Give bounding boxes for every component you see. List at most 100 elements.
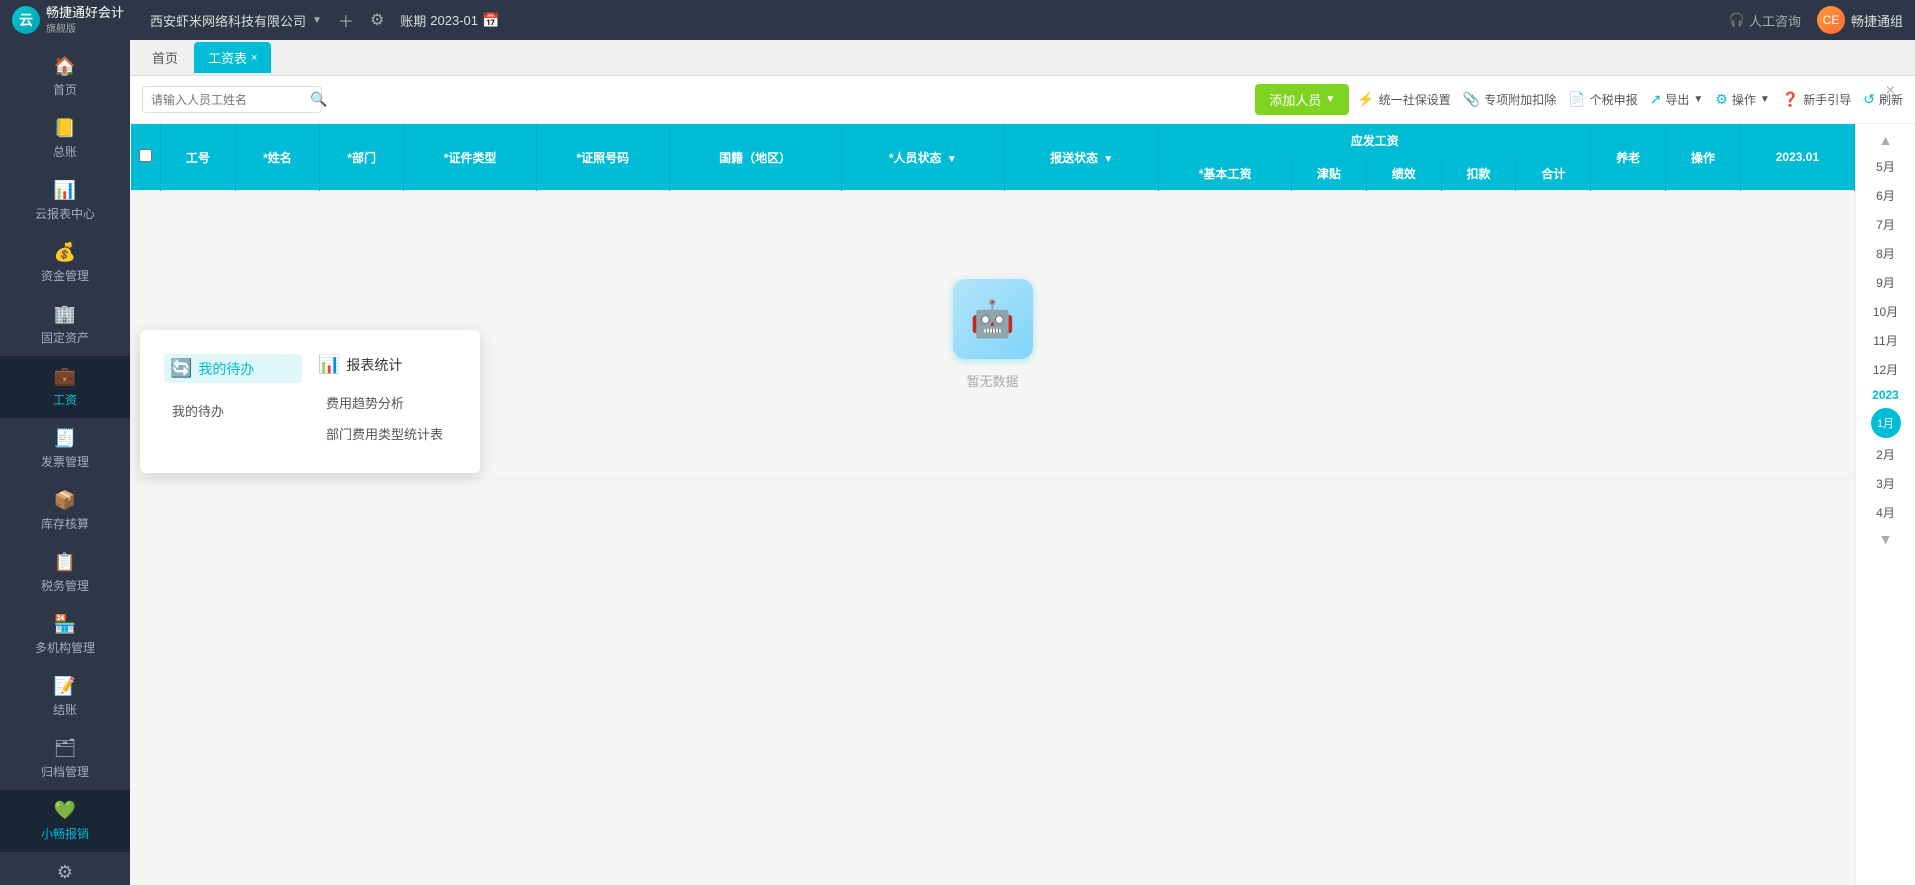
sidebar-label-xiaochang: 小畅报销 — [41, 825, 89, 842]
logo-area: 云 畅捷通好会计 旗舰版 — [12, 5, 142, 36]
settlement-icon: 📝 — [54, 676, 76, 697]
tab-close-icon[interactable]: × — [251, 52, 257, 64]
new-guide-btn[interactable]: ❓ 新手引导 — [1782, 91, 1851, 108]
settings-gear-icon[interactable]: ⚙ — [370, 10, 384, 30]
customer-service[interactable]: 🎧 人工咨询 — [1729, 11, 1801, 30]
social-security-btn[interactable]: ⚡ 统一社保设置 — [1357, 91, 1450, 108]
user-info[interactable]: CE 畅捷通组 — [1817, 6, 1903, 34]
search-input[interactable] — [151, 93, 306, 107]
sidebar-item-ledger[interactable]: 📒 总账 — [0, 108, 130, 170]
months-down-btn[interactable]: ▼ — [1875, 527, 1897, 551]
month-8[interactable]: 8月 — [1856, 239, 1915, 268]
month-3[interactable]: 3月 — [1856, 469, 1915, 498]
sidebar-item-salary[interactable]: 💼 工资 — [0, 356, 130, 418]
th-send-status: 报送状态 ▼ — [1005, 124, 1159, 191]
sidebar-item-home[interactable]: 🏠 首页 — [0, 46, 130, 108]
sidebar-label-invoice: 发票管理 — [41, 453, 89, 470]
th-emp-id: 工号 — [161, 124, 236, 191]
search-icon: 🔍 — [310, 91, 327, 108]
tab-home[interactable]: 首页 — [138, 42, 192, 73]
th-salary-group: 应发工资 — [1159, 124, 1591, 157]
calendar-icon[interactable]: 📅 — [482, 12, 499, 29]
special-deduction-btn[interactable]: 📎 专项附加扣除 — [1463, 91, 1556, 108]
customer-service-label: 人工咨询 — [1749, 11, 1801, 30]
month-5[interactable]: 5月 — [1856, 152, 1915, 181]
th-dept: *部门 — [320, 124, 404, 191]
app-name-block: 畅捷通好会计 旗舰版 — [46, 5, 124, 36]
new-guide-icon: ❓ — [1782, 91, 1799, 108]
popup-reports-title[interactable]: 📊 报表统计 — [318, 354, 456, 375]
month-2[interactable]: 2月 — [1856, 440, 1915, 469]
sidebar-item-reports[interactable]: 📊 云报表中心 — [0, 170, 130, 232]
month-4[interactable]: 4月 — [1856, 498, 1915, 527]
popup-grid: 🔄 我的待办 我的待办 📊 报表统计 费用趋势分析 部门费用类型统计表 — [156, 346, 464, 457]
month-9[interactable]: 9月 — [1856, 268, 1915, 297]
sidebar-label-assets: 固定资产 — [41, 329, 89, 346]
sidebar-item-inventory[interactable]: 📦 库存核算 — [0, 480, 130, 542]
main-close-button[interactable]: × — [1886, 82, 1895, 100]
sidebar: 🏠 首页 📒 总账 📊 云报表中心 💰 资金管理 🏢 固定资产 💼 工资 🧾 发… — [0, 40, 130, 885]
sidebar-item-tax[interactable]: 📋 税务管理 — [0, 542, 130, 604]
send-filter-icon[interactable]: ▼ — [1103, 154, 1113, 165]
th-subsidy: 津贴 — [1291, 157, 1366, 191]
month-12[interactable]: 12月 — [1856, 355, 1915, 384]
todo-section-icon: 🔄 — [170, 358, 192, 379]
sidebar-item-finance[interactable]: 💰 资金管理 — [0, 232, 130, 294]
sidebar-item-multi[interactable]: 🏪 多机构管理 — [0, 604, 130, 666]
operations-btn[interactable]: ⚙ 操作 ▼ — [1715, 91, 1769, 108]
month-11[interactable]: 11月 — [1856, 326, 1915, 355]
avatar: CE — [1817, 6, 1845, 34]
sidebar-label-salary: 工资 — [53, 391, 77, 408]
sidebar-label-home: 首页 — [53, 81, 77, 98]
add-person-button[interactable]: 添加人员 ▼ — [1255, 84, 1349, 115]
refresh-btn[interactable]: ↺ 刷新 — [1863, 91, 1903, 108]
export-btn[interactable]: ↗ 导出 ▼ — [1650, 91, 1704, 108]
sidebar-item-xiaochang[interactable]: 💚 小畅报销 — [0, 790, 130, 852]
th-status: *人员状态 ▼ — [841, 124, 1005, 191]
popup-section-reports: 📊 报表统计 费用趋势分析 部门费用类型统计表 — [310, 346, 464, 457]
content-main: 工号 *姓名 *部门 *证件类型 *证照号码 国籍（地区） *人员状态 ▼ 报送… — [130, 124, 1915, 885]
tab-bar: 首页 工资表 × × — [130, 40, 1915, 76]
personal-tax-btn[interactable]: 📄 个税申报 — [1568, 91, 1637, 108]
month-1-active[interactable]: 1月 — [1871, 408, 1901, 438]
popup-todo-title[interactable]: 🔄 我的待办 — [164, 354, 302, 383]
empty-robot-icon: 🤖 — [953, 279, 1033, 359]
special-deduction-icon: 📎 — [1463, 91, 1480, 108]
reports-icon: 📊 — [54, 180, 76, 201]
operations-icon: ⚙ — [1715, 91, 1728, 108]
select-all-checkbox[interactable] — [139, 149, 152, 162]
tab-salary[interactable]: 工资表 × — [194, 42, 271, 73]
sidebar-item-assets[interactable]: 🏢 固定资产 — [0, 294, 130, 356]
month-10[interactable]: 10月 — [1856, 297, 1915, 326]
table-content: 工号 *姓名 *部门 *证件类型 *证照号码 国籍（地区） *人员状态 ▼ 报送… — [130, 124, 1855, 885]
toolbar: 🔍 添加人员 ▼ ⚡ 统一社保设置 📎 专项附加扣除 📄 个税申报 — [130, 76, 1915, 124]
popup-trend-item[interactable]: 费用趋势分析 — [318, 387, 456, 418]
chevron-down-icon: ▼ — [312, 15, 322, 26]
month-6[interactable]: 6月 — [1856, 181, 1915, 210]
export-icon: ↗ — [1650, 91, 1662, 108]
sidebar-item-invoice[interactable]: 🧾 发票管理 — [0, 418, 130, 480]
popup-dept-item[interactable]: 部门费用类型统计表 — [318, 418, 456, 449]
th-bonus: 绩效 — [1366, 157, 1441, 191]
company-selector[interactable]: 西安虾米网络科技有限公司 ▼ — [142, 7, 330, 34]
popup-todo-item[interactable]: 我的待办 — [164, 395, 302, 426]
sidebar-item-archive[interactable]: 🗂 归档管理 — [0, 728, 130, 790]
home-icon: 🏠 — [54, 56, 76, 77]
add-button[interactable]: ＋ — [338, 8, 354, 32]
tab-salary-label: 工资表 — [208, 48, 247, 67]
status-filter-icon[interactable]: ▼ — [947, 154, 957, 165]
multi-icon: 🏪 — [54, 614, 76, 635]
sidebar-item-basesettings[interactable]: ⚙ 基础设置 — [0, 852, 130, 885]
operations-label: 操作 — [1732, 91, 1756, 108]
months-up-btn[interactable]: ▲ — [1875, 128, 1897, 152]
sidebar-label-inventory: 库存核算 — [41, 515, 89, 532]
month-7[interactable]: 7月 — [1856, 210, 1915, 239]
todo-section-label: 我的待办 — [198, 359, 254, 379]
sidebar-item-settlement[interactable]: 📝 结账 — [0, 666, 130, 728]
period-value: 2023-01 — [430, 13, 478, 28]
social-security-icon: ⚡ — [1357, 91, 1374, 108]
tax-icon: 📋 — [54, 552, 76, 573]
th-name: *姓名 — [235, 124, 319, 191]
sidebar-label-tax: 税务管理 — [41, 577, 89, 594]
invoice-icon: 🧾 — [54, 428, 76, 449]
